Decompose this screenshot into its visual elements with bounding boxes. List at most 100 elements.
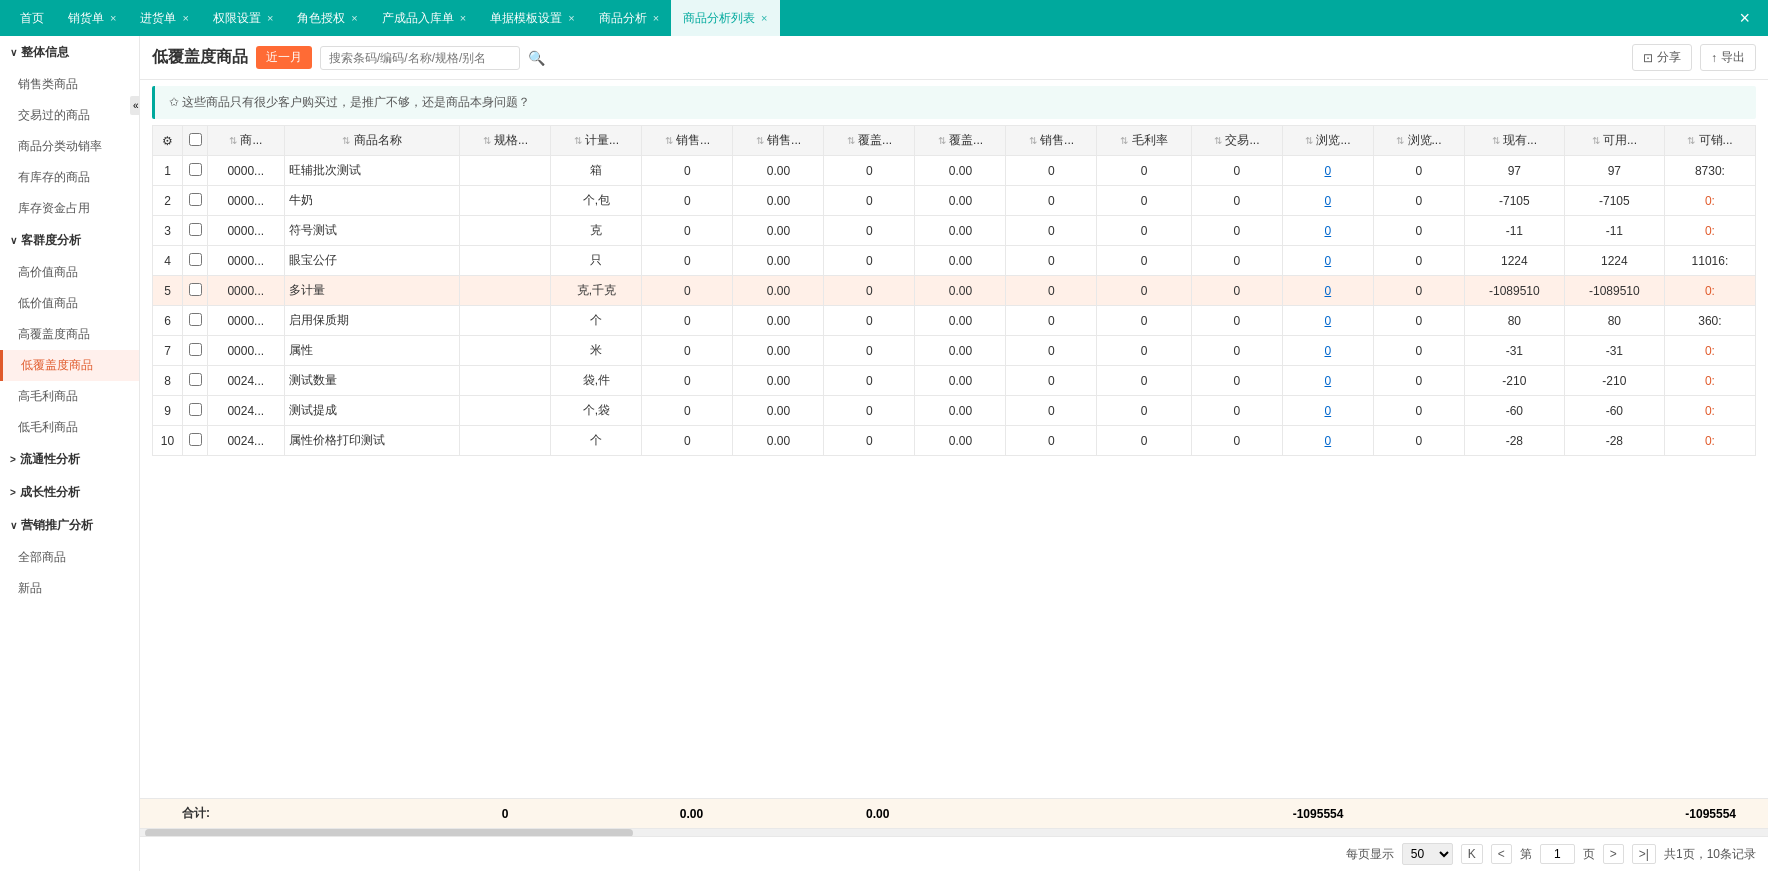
row-browse1[interactable]: 0 bbox=[1282, 156, 1373, 186]
nav-role-auth[interactable]: 角色授权 × bbox=[285, 0, 369, 36]
row-name[interactable]: 牛奶 bbox=[284, 186, 460, 216]
row-select-checkbox[interactable] bbox=[189, 193, 202, 206]
per-page-select[interactable]: 50 10 20 100 bbox=[1402, 843, 1453, 865]
close-icon[interactable]: × bbox=[653, 12, 659, 24]
close-icon[interactable]: × bbox=[460, 12, 466, 24]
row-name[interactable]: 多计量 bbox=[284, 276, 460, 306]
export-button[interactable]: ↑ 导出 bbox=[1700, 44, 1756, 71]
sidebar-item-high-value[interactable]: 高价值商品 bbox=[0, 257, 139, 288]
gross-column-header[interactable]: ⇅ 毛利率 bbox=[1097, 126, 1191, 156]
row-checkbox[interactable] bbox=[183, 366, 208, 396]
row-browse1[interactable]: 0 bbox=[1282, 366, 1373, 396]
close-icon[interactable]: × bbox=[110, 12, 116, 24]
last-page-button[interactable]: >| bbox=[1632, 844, 1656, 864]
row-name[interactable]: 测试提成 bbox=[284, 396, 460, 426]
sales2-column-header[interactable]: ⇅ 销售... bbox=[733, 126, 824, 156]
row-browse1[interactable]: 0 bbox=[1282, 396, 1373, 426]
close-icon[interactable]: × bbox=[267, 12, 273, 24]
sidebar-section-marketing[interactable]: ∨ 营销推广分析 bbox=[0, 509, 139, 542]
browse1-column-header[interactable]: ⇅ 浏览... bbox=[1282, 126, 1373, 156]
row-checkbox[interactable] bbox=[183, 216, 208, 246]
close-icon[interactable]: × bbox=[761, 12, 767, 24]
sidebar-item-low-margin[interactable]: 低毛利商品 bbox=[0, 412, 139, 443]
cover2-column-header[interactable]: ⇅ 覆盖... bbox=[915, 126, 1006, 156]
row-browse1[interactable]: 0 bbox=[1282, 246, 1373, 276]
horizontal-scrollbar[interactable] bbox=[140, 828, 1768, 836]
code-column-header[interactable]: ⇅ 商... bbox=[208, 126, 285, 156]
row-name[interactable]: 符号测试 bbox=[284, 216, 460, 246]
close-icon[interactable]: × bbox=[568, 12, 574, 24]
sidebar-collapse-button[interactable]: « bbox=[130, 96, 140, 115]
nav-home[interactable]: 首页 bbox=[8, 0, 56, 36]
unit-column-header[interactable]: ⇅ 计量... bbox=[551, 126, 642, 156]
name-column-header[interactable]: ⇅ 商品名称 bbox=[284, 126, 460, 156]
saleable-column-header[interactable]: ⇅ 可销... bbox=[1664, 126, 1755, 156]
table-wrapper[interactable]: ⚙ ⇅ 商... ⇅ 商品名称 ⇅ 规格... ⇅ 计量... ⇅ 销售... … bbox=[140, 125, 1768, 798]
row-name[interactable]: 属性 bbox=[284, 336, 460, 366]
sidebar-section-customer-analysis[interactable]: ∨ 客群度分析 bbox=[0, 224, 139, 257]
stock2-column-header[interactable]: ⇅ 可用... bbox=[1564, 126, 1664, 156]
row-select-checkbox[interactable] bbox=[189, 433, 202, 446]
row-select-checkbox[interactable] bbox=[189, 373, 202, 386]
sidebar-item-low-value[interactable]: 低价值商品 bbox=[0, 288, 139, 319]
first-page-button[interactable]: K bbox=[1461, 844, 1483, 864]
sidebar-item-sales-goods[interactable]: 销售类商品 bbox=[0, 69, 139, 100]
nav-product-analysis[interactable]: 商品分析 × bbox=[587, 0, 671, 36]
row-checkbox[interactable] bbox=[183, 336, 208, 366]
stock1-column-header[interactable]: ⇅ 现有... bbox=[1464, 126, 1564, 156]
nav-template-settings[interactable]: 单据模板设置 × bbox=[478, 0, 586, 36]
search-button[interactable]: 🔍 bbox=[528, 50, 545, 66]
row-checkbox[interactable] bbox=[183, 426, 208, 456]
nav-finished-goods[interactable]: 产成品入库单 × bbox=[370, 0, 478, 36]
nav-sales-order[interactable]: 销货单 × bbox=[56, 0, 128, 36]
page-number-input[interactable] bbox=[1540, 844, 1575, 864]
row-select-checkbox[interactable] bbox=[189, 223, 202, 236]
browse2-column-header[interactable]: ⇅ 浏览... bbox=[1373, 126, 1464, 156]
row-browse1[interactable]: 0 bbox=[1282, 336, 1373, 366]
row-checkbox[interactable] bbox=[183, 276, 208, 306]
row-browse1[interactable]: 0 bbox=[1282, 426, 1373, 456]
row-select-checkbox[interactable] bbox=[189, 253, 202, 266]
row-select-checkbox[interactable] bbox=[189, 403, 202, 416]
row-select-checkbox[interactable] bbox=[189, 163, 202, 176]
sidebar-item-new-goods[interactable]: 新品 bbox=[0, 573, 139, 604]
sidebar-item-traded-goods[interactable]: 交易过的商品 bbox=[0, 100, 139, 131]
row-name[interactable]: 旺辅批次测试 bbox=[284, 156, 460, 186]
row-checkbox[interactable] bbox=[183, 396, 208, 426]
next-page-button[interactable]: > bbox=[1603, 844, 1624, 864]
sales3-column-header[interactable]: ⇅ 销售... bbox=[1006, 126, 1097, 156]
sidebar-item-inventory-funds[interactable]: 库存资金占用 bbox=[0, 193, 139, 224]
select-all-checkbox[interactable] bbox=[189, 133, 202, 146]
close-icon[interactable]: × bbox=[182, 12, 188, 24]
row-browse1[interactable]: 0 bbox=[1282, 186, 1373, 216]
prev-page-button[interactable]: < bbox=[1491, 844, 1512, 864]
sidebar-section-growth[interactable]: > 成长性分析 bbox=[0, 476, 139, 509]
period-button[interactable]: 近一月 bbox=[256, 46, 312, 69]
close-icon[interactable]: × bbox=[351, 12, 357, 24]
search-input[interactable] bbox=[320, 46, 520, 70]
sidebar-item-high-coverage[interactable]: 高覆盖度商品 bbox=[0, 319, 139, 350]
row-checkbox[interactable] bbox=[183, 156, 208, 186]
row-browse1[interactable]: 0 bbox=[1282, 216, 1373, 246]
sidebar-item-all-goods[interactable]: 全部商品 bbox=[0, 542, 139, 573]
sidebar-item-category-rate[interactable]: 商品分类动销率 bbox=[0, 131, 139, 162]
row-checkbox[interactable] bbox=[183, 306, 208, 336]
nav-product-analysis-list[interactable]: 商品分析列表 × bbox=[671, 0, 779, 36]
cover1-column-header[interactable]: ⇅ 覆盖... bbox=[824, 126, 915, 156]
row-name[interactable]: 属性价格打印测试 bbox=[284, 426, 460, 456]
sidebar-section-liquidity[interactable]: > 流通性分析 bbox=[0, 443, 139, 476]
row-browse1[interactable]: 0 bbox=[1282, 276, 1373, 306]
sidebar-section-overall[interactable]: ∨ 整体信息 bbox=[0, 36, 139, 69]
settings-column-header[interactable]: ⚙ bbox=[153, 126, 183, 156]
row-checkbox[interactable] bbox=[183, 246, 208, 276]
row-select-checkbox[interactable] bbox=[189, 313, 202, 326]
sidebar-item-low-coverage[interactable]: 低覆盖度商品 bbox=[0, 350, 139, 381]
row-name[interactable]: 启用保质期 bbox=[284, 306, 460, 336]
checkbox-column-header[interactable] bbox=[183, 126, 208, 156]
row-name[interactable]: 测试数量 bbox=[284, 366, 460, 396]
trade-column-header[interactable]: ⇅ 交易... bbox=[1191, 126, 1282, 156]
row-checkbox[interactable] bbox=[183, 186, 208, 216]
nav-permission-settings[interactable]: 权限设置 × bbox=[201, 0, 285, 36]
row-name[interactable]: 眼宝公仔 bbox=[284, 246, 460, 276]
row-select-checkbox[interactable] bbox=[189, 343, 202, 356]
